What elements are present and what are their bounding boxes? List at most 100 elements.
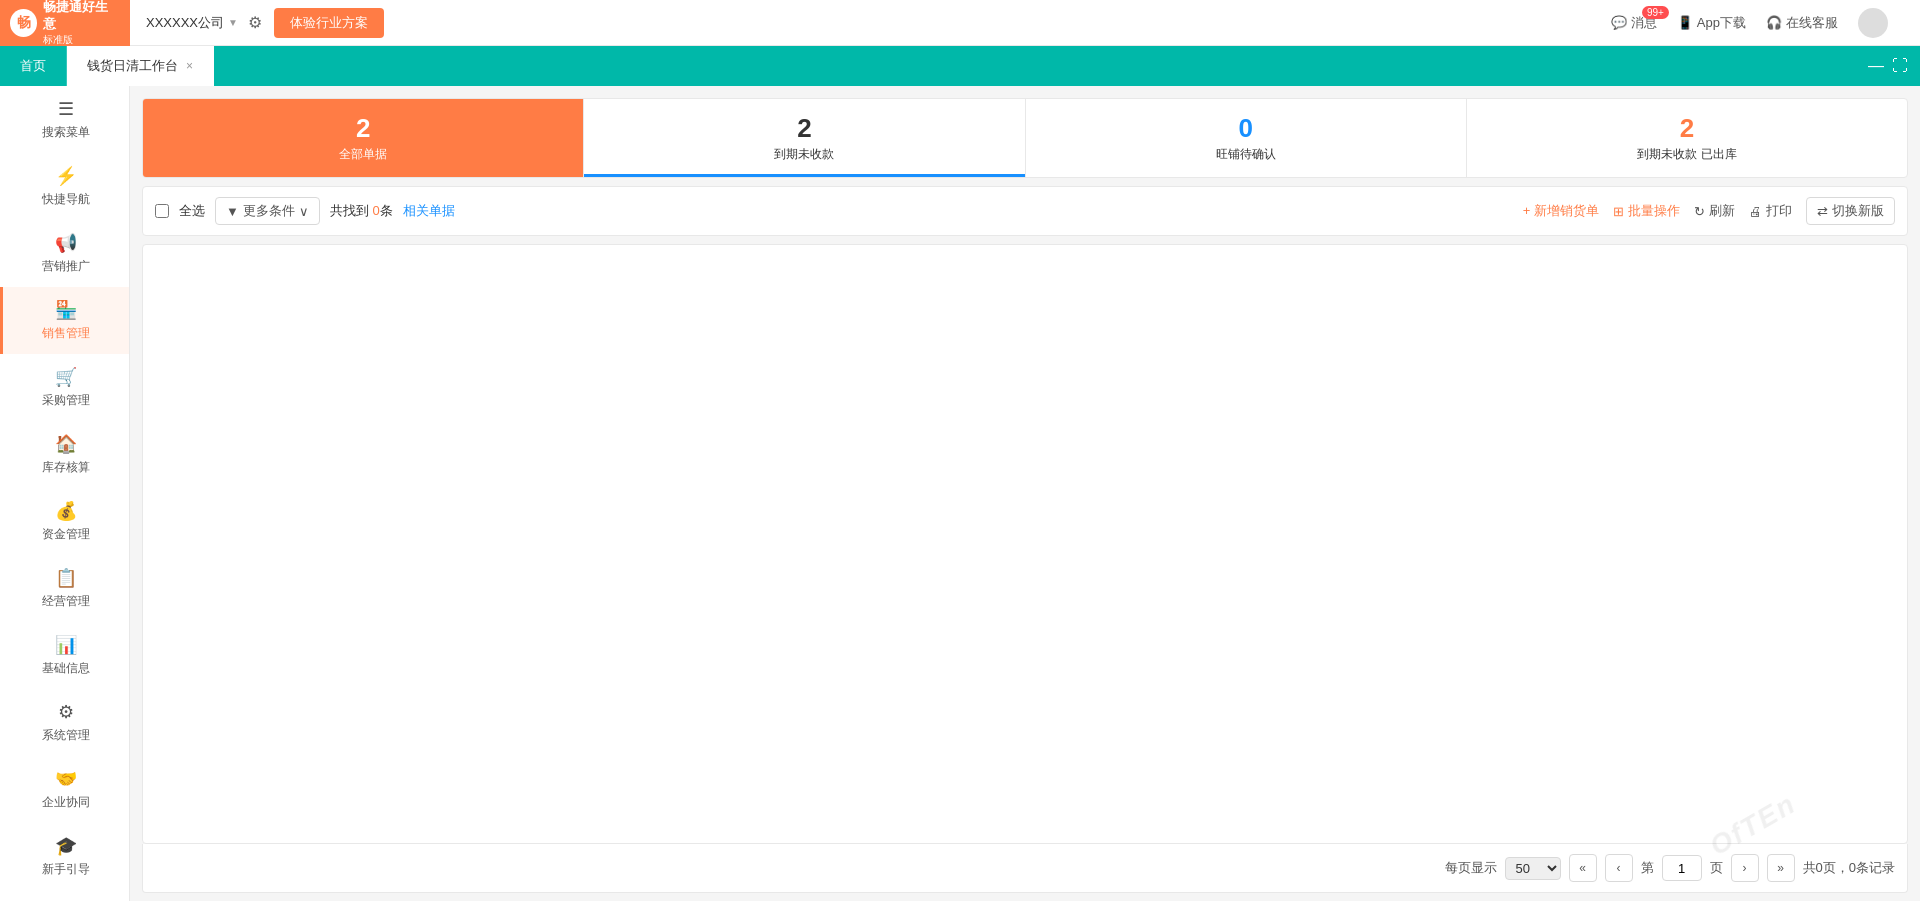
underline-indicator xyxy=(584,174,1024,177)
sidebar-item-finance[interactable]: 💰 资金管理 xyxy=(0,488,129,555)
toolbar-right: + 新增销货单 ⊞ 批量操作 ↻ 刷新 🖨 打印 ⇄ 切换新版 xyxy=(1523,197,1895,225)
close-tab-icon[interactable]: × xyxy=(186,59,193,73)
logo-main-text: 畅捷通好生意 xyxy=(43,0,120,33)
sales-icon: 🏪 xyxy=(55,299,77,321)
stat-label-overdue: 到期未收款 xyxy=(604,146,1004,163)
company-selector[interactable]: XXXXXX公司 ▼ xyxy=(146,14,238,32)
sidebar-item-label: 采购管理 xyxy=(42,392,90,409)
sidebar: ☰ 搜索菜单 ⚡ 快捷导航 📢 营销推广 🏪 销售管理 🛒 采购管理 🏠 库存核… xyxy=(0,86,130,901)
per-page-label: 每页显示 xyxy=(1445,859,1497,877)
switch-label: 切换新版 xyxy=(1832,202,1884,220)
new-order-button[interactable]: + 新增销货单 xyxy=(1523,202,1599,220)
window-max-icon[interactable]: ⛶ xyxy=(1892,57,1908,75)
switch-version-btn[interactable]: ⇄ 切换新版 xyxy=(1806,197,1895,225)
sidebar-item-purchase-mgmt[interactable]: 🛒 采购管理 xyxy=(0,354,129,421)
prev-page-btn[interactable]: ‹ xyxy=(1605,854,1633,882)
nav-tab-end: — ⛶ xyxy=(1868,57,1920,75)
app-download-icon: 📱 xyxy=(1677,15,1693,30)
sidebar-item-label: 库存核算 xyxy=(42,459,90,476)
sidebar-item-enterprise[interactable]: 🤝 企业协同 xyxy=(0,756,129,823)
stat-num-overdue-out: 2 xyxy=(1487,113,1887,144)
stat-card-overdue-out[interactable]: 2 到期未收款 已出库 xyxy=(1467,99,1907,177)
per-page-select[interactable]: 50 100 200 xyxy=(1505,857,1561,880)
tab-active-label: 钱货日清工作台 xyxy=(87,57,178,75)
pagination: 每页显示 50 100 200 « ‹ 第 页 › » 共0页，0条记录 xyxy=(142,844,1908,893)
batch-label: 批量操作 xyxy=(1628,202,1680,220)
stat-card-all[interactable]: 2 全部单据 xyxy=(143,99,584,177)
stat-num-overdue: 2 xyxy=(604,113,1004,144)
print-btn[interactable]: 🖨 打印 xyxy=(1749,202,1792,220)
sidebar-item-marketing[interactable]: 📢 营销推广 xyxy=(0,220,129,287)
tab-home[interactable]: 首页 xyxy=(0,46,67,86)
refresh-btn[interactable]: ↻ 刷新 xyxy=(1694,202,1735,220)
stat-num-pending: 0 xyxy=(1046,113,1446,144)
sidebar-item-label: 资金管理 xyxy=(42,526,90,543)
filter-label: 更多条件 xyxy=(243,202,295,220)
first-page-btn[interactable]: « xyxy=(1569,854,1597,882)
page-suffix: 页 xyxy=(1710,859,1723,877)
stat-card-pending[interactable]: 0 旺铺待确认 xyxy=(1026,99,1467,177)
sidebar-item-guide[interactable]: 🎓 新手引导 xyxy=(0,823,129,890)
main-layout: ☰ 搜索菜单 ⚡ 快捷导航 📢 营销推广 🏪 销售管理 🛒 采购管理 🏠 库存核… xyxy=(0,86,1920,901)
trial-button[interactable]: 体验行业方案 xyxy=(274,8,384,38)
sidebar-item-search-menu[interactable]: ☰ 搜索菜单 xyxy=(0,86,129,153)
stat-num-all: 2 xyxy=(163,113,563,144)
sidebar-item-operations[interactable]: 📋 经营管理 xyxy=(0,555,129,622)
sidebar-item-sys-mgmt[interactable]: ⚙ 系统管理 xyxy=(0,689,129,756)
top-header: 畅 畅捷通好生意 标准版 XXXXXX公司 ▼ ⚙ 体验行业方案 💬 消息 99… xyxy=(0,0,1920,46)
sidebar-item-basic-info[interactable]: 📊 基础信息 xyxy=(0,622,129,689)
current-page-label: 第 xyxy=(1641,859,1654,877)
sidebar-item-label: 系统管理 xyxy=(42,727,90,744)
message-badge: 99+ xyxy=(1642,6,1669,19)
message-icon: 💬 xyxy=(1611,15,1627,30)
batch-icon: ⊞ xyxy=(1613,204,1624,219)
marketing-icon: 📢 xyxy=(55,232,77,254)
enterprise-icon: 🤝 xyxy=(55,768,77,790)
batch-operation-btn[interactable]: ⊞ 批量操作 xyxy=(1613,202,1680,220)
logo-icon: 畅 xyxy=(10,9,37,37)
logo-text: 畅捷通好生意 标准版 xyxy=(43,0,120,46)
print-label: 打印 xyxy=(1766,202,1792,220)
next-page-btn[interactable]: › xyxy=(1731,854,1759,882)
related-orders-link[interactable]: 相关单据 xyxy=(403,202,455,220)
tab-active[interactable]: 钱货日清工作台 × xyxy=(67,46,214,86)
search-menu-icon: ☰ xyxy=(58,98,74,120)
sidebar-item-quick-nav[interactable]: ⚡ 快捷导航 xyxy=(0,153,129,220)
switch-icon: ⇄ xyxy=(1817,204,1828,219)
company-arrow: ▼ xyxy=(228,17,238,28)
refresh-icon: ↻ xyxy=(1694,204,1705,219)
filter-button[interactable]: ▼ 更多条件 ∨ xyxy=(215,197,320,225)
message-btn[interactable]: 💬 消息 99+ xyxy=(1611,14,1657,32)
stat-card-overdue[interactable]: 2 到期未收款 xyxy=(584,99,1025,177)
last-page-btn[interactable]: » xyxy=(1767,854,1795,882)
select-all-checkbox[interactable] xyxy=(155,204,169,218)
sidebar-item-inventory[interactable]: 🏠 库存核算 xyxy=(0,421,129,488)
online-service-btn[interactable]: 🎧 在线客服 xyxy=(1766,14,1838,32)
found-text: 共找到 0条 xyxy=(330,202,393,220)
avatar[interactable] xyxy=(1858,8,1888,38)
filter-icon: ▼ xyxy=(226,204,239,219)
sidebar-item-label: 经营管理 xyxy=(42,593,90,610)
select-all-label: 全选 xyxy=(179,202,205,220)
sidebar-item-app-center[interactable]: 📦 应用中心 xyxy=(0,890,129,901)
table-area xyxy=(142,244,1908,844)
sidebar-item-label: 销售管理 xyxy=(42,325,90,342)
page-number-input[interactable] xyxy=(1662,855,1702,881)
sidebar-item-label: 营销推广 xyxy=(42,258,90,275)
inventory-icon: 🏠 xyxy=(55,433,77,455)
sidebar-item-label: 基础信息 xyxy=(42,660,90,677)
window-min-icon[interactable]: — xyxy=(1868,57,1884,75)
toolbar: 全选 ▼ 更多条件 ∨ 共找到 0条 相关单据 + 新增销货单 ⊞ 批量操作 xyxy=(142,186,1908,236)
guide-icon: 🎓 xyxy=(55,835,77,857)
purchase-icon: 🛒 xyxy=(55,366,77,388)
online-service-label: 在线客服 xyxy=(1786,14,1838,32)
app-download-btn[interactable]: 📱 App下载 xyxy=(1677,14,1746,32)
sidebar-item-sales-mgmt[interactable]: 🏪 销售管理 xyxy=(0,287,129,354)
basic-info-icon: 📊 xyxy=(55,634,77,656)
app-download-label: App下载 xyxy=(1697,14,1746,32)
sys-mgmt-icon: ⚙ xyxy=(58,701,74,723)
stat-label-overdue-out: 到期未收款 已出库 xyxy=(1487,146,1887,163)
settings-icon[interactable]: ⚙ xyxy=(248,13,262,32)
filter-arrow: ∨ xyxy=(299,204,309,219)
sidebar-item-label: 新手引导 xyxy=(42,861,90,878)
